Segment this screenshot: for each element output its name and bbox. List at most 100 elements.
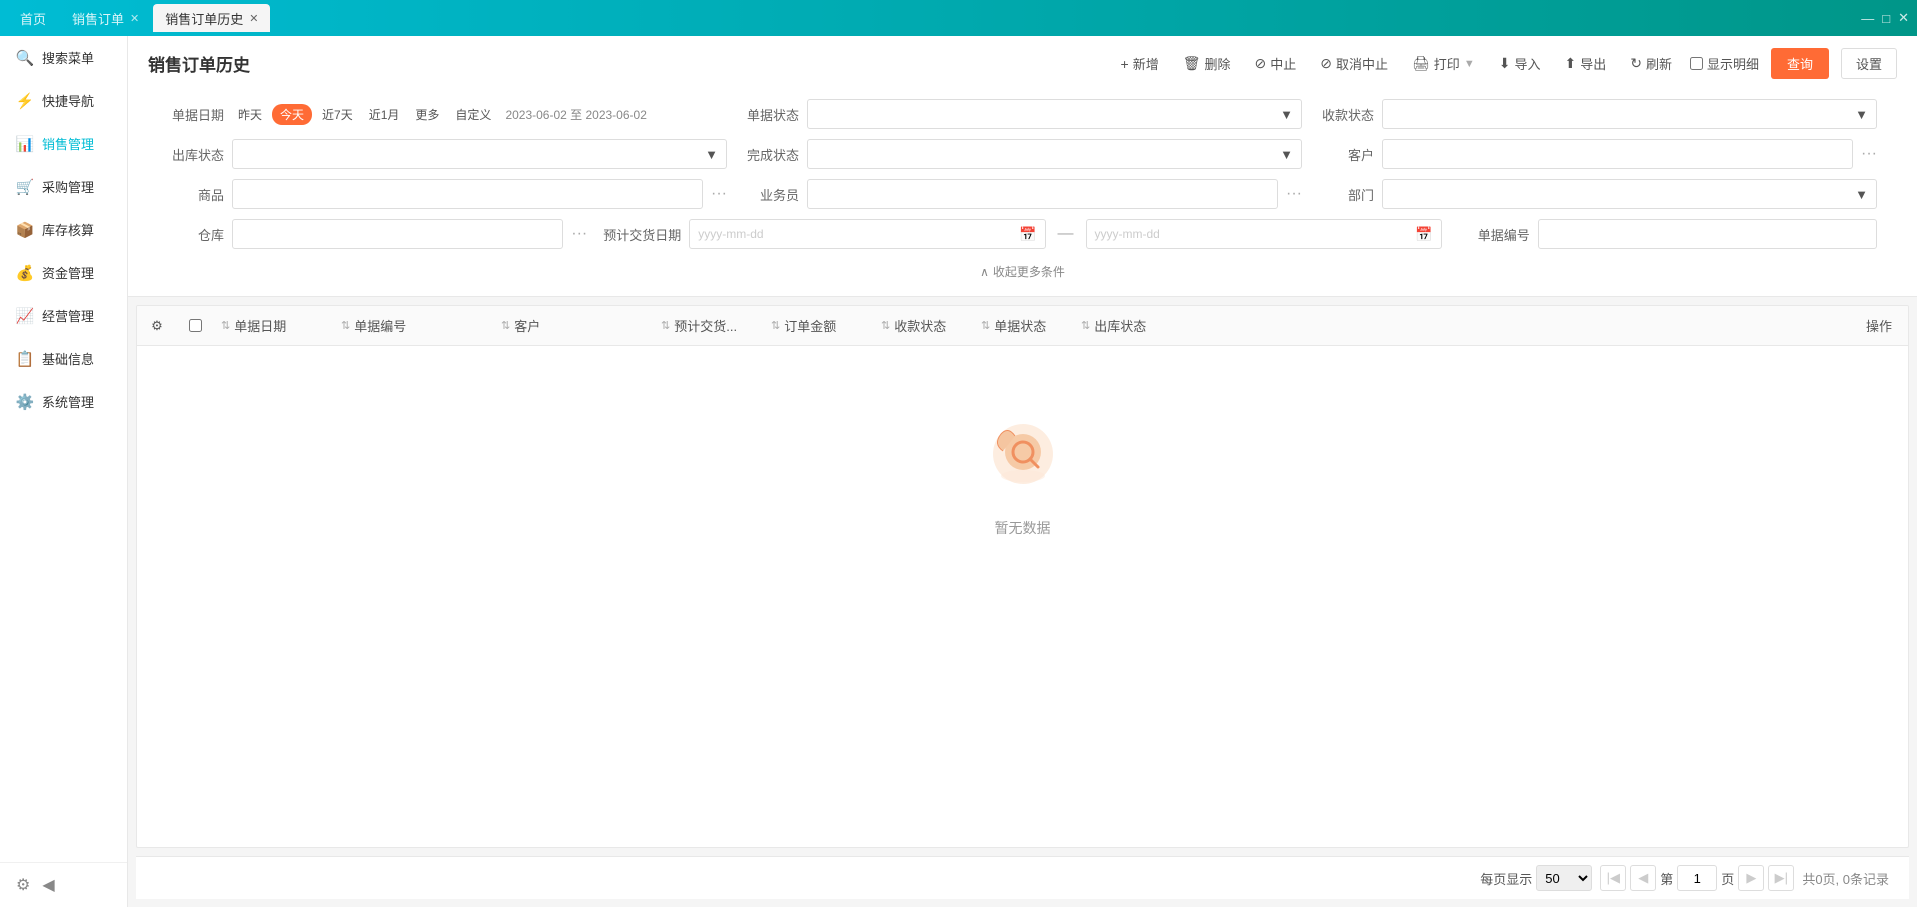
department-select[interactable]: ▼ <box>1382 179 1877 209</box>
plus-icon: + <box>1121 56 1129 72</box>
toolbar: + 新增 🗑 删除 ⊘ 中止 ⊘ 取消中止 <box>1115 48 1897 79</box>
new-button[interactable]: + 新增 <box>1115 50 1165 77</box>
th-settings[interactable]: ⚙ <box>137 318 177 334</box>
date-btn-more[interactable]: 更多 <box>409 104 445 125</box>
content-area: 销售订单历史 + 新增 🗑 删除 ⊘ 中止 ⊘ <box>128 36 1917 907</box>
complete-status-select[interactable]: ▼ <box>807 139 1302 169</box>
money-icon: 💰 <box>16 264 34 282</box>
page-size-dropdown[interactable]: 10 20 50 100 <box>1536 865 1592 891</box>
th-order-status[interactable]: ⇅ 单据状态 <box>973 316 1073 335</box>
calendar-icon2: 📅 <box>1415 226 1432 243</box>
payment-status-select[interactable]: ▼ <box>1382 99 1877 129</box>
complete-status-label: 完成状态 <box>743 145 799 164</box>
date-btn-yesterday[interactable]: 昨天 <box>232 104 268 125</box>
table-area: ⚙ ⇅ 单据日期 ⇅ 单据编号 ⇅ 客户 ⇅ <box>136 305 1909 848</box>
filter-row-3: 商品 ··· 业务员 ··· 部门 ▼ <box>168 179 1877 209</box>
date-btn-today[interactable]: 今天 <box>272 104 312 125</box>
sidebar-item-finance[interactable]: 💰 资金管理 <box>0 251 127 294</box>
empty-illustration <box>973 406 1073 506</box>
stop-button[interactable]: ⊘ 中止 <box>1249 50 1303 77</box>
customer-input[interactable] <box>1382 139 1853 169</box>
sidebar-item-operations[interactable]: 📈 经营管理 <box>0 294 127 337</box>
page-number-input[interactable] <box>1677 865 1717 891</box>
refresh-icon: ↻ <box>1630 55 1642 72</box>
sidebar-item-system[interactable]: ⚙️ 系统管理 <box>0 380 127 423</box>
warehouse-input[interactable] <box>232 219 563 249</box>
date-btn-custom[interactable]: 自定义 <box>449 104 497 125</box>
close-window-button[interactable]: ✕ <box>1898 10 1909 26</box>
collapse-bar[interactable]: ∧ 收起更多条件 <box>168 259 1877 286</box>
box-icon: 📦 <box>16 221 34 239</box>
product-input[interactable] <box>232 179 703 209</box>
total-records: 共0页, 0条记录 <box>1802 869 1889 888</box>
filter-row-1: 单据日期 昨天 今天 近7天 近1月 更多 自定义 2023-06-02 至 2… <box>168 99 1877 129</box>
date-btn-1month[interactable]: 近1月 <box>363 104 406 125</box>
first-page-button[interactable]: |◀ <box>1600 865 1626 891</box>
delete-icon: 🗑 <box>1183 55 1201 72</box>
sort-icon-ship-status: ⇅ <box>1081 319 1090 332</box>
prev-page-button[interactable]: ◀ <box>1630 865 1656 891</box>
ship-status-select[interactable]: ▼ <box>232 139 727 169</box>
import-button[interactable]: ⬇ 导入 <box>1493 50 1547 77</box>
show-detail-checkbox[interactable] <box>1690 57 1703 70</box>
order-no-group: 单据编号 <box>1458 219 1877 249</box>
delivery-date-start[interactable]: yyyy-mm-dd 📅 <box>689 219 1045 249</box>
chevron-down-icon3: ▼ <box>705 147 718 162</box>
tab-sales-order-history[interactable]: 销售订单历史 ✕ <box>153 4 270 32</box>
last-page-button[interactable]: ▶| <box>1768 865 1794 891</box>
sidebar-item-quick-nav[interactable]: ⚡ 快捷导航 <box>0 79 127 122</box>
refresh-button[interactable]: ↻ 刷新 <box>1624 50 1678 77</box>
next-page-button[interactable]: ▶ <box>1738 865 1764 891</box>
th-ship-status[interactable]: ⇅ 出库状态 <box>1073 316 1173 335</box>
cart-icon: 🛒 <box>16 178 34 196</box>
sidebar-item-base-info[interactable]: 📋 基础信息 <box>0 337 127 380</box>
customer-more-icon[interactable]: ··· <box>1861 145 1877 163</box>
minimize-button[interactable]: — <box>1861 11 1874 26</box>
product-more-icon[interactable]: ··· <box>711 185 727 203</box>
settings-button[interactable]: 设置 <box>1841 48 1897 79</box>
th-customer[interactable]: ⇅ 客户 <box>493 316 653 335</box>
page-header: 销售订单历史 + 新增 🗑 删除 ⊘ 中止 ⊘ <box>128 36 1917 297</box>
order-no-label: 单据编号 <box>1458 225 1530 244</box>
settings-gear-icon: ⚙ <box>151 318 163 334</box>
import-icon: ⬇ <box>1499 55 1511 72</box>
sidebar-item-search-menu[interactable]: 🔍 搜索菜单 <box>0 36 127 79</box>
salesperson-more-icon[interactable]: ··· <box>1286 185 1302 203</box>
sidebar-item-inventory[interactable]: 📦 库存核算 <box>0 208 127 251</box>
filter-row-2: 出库状态 ▼ 完成状态 ▼ 客户 <box>168 139 1877 169</box>
department-group: 部门 ▼ <box>1318 179 1877 209</box>
delivery-date-group: 预计交货日期 yyyy-mm-dd 📅 — yyyy-mm-dd 📅 <box>603 219 1442 249</box>
delivery-date-end[interactable]: yyyy-mm-dd 📅 <box>1086 219 1442 249</box>
delete-button[interactable]: 🗑 删除 <box>1177 50 1237 77</box>
close-tab-sales-order[interactable]: ✕ <box>130 12 139 25</box>
th-delivery[interactable]: ⇅ 预计交货... <box>653 316 763 335</box>
filter-row-4: 仓库 ··· 预计交货日期 yyyy-mm-dd 📅 — yyyy-mm-dd <box>168 219 1877 249</box>
print-button[interactable]: 🖨 打印 ▼ <box>1406 50 1481 77</box>
th-date[interactable]: ⇅ 单据日期 <box>213 316 333 335</box>
empty-state: 暂无数据 <box>137 346 1908 598</box>
order-no-input[interactable] <box>1538 219 1877 249</box>
cancel-stop-button[interactable]: ⊘ 取消中止 <box>1314 50 1394 77</box>
th-payment[interactable]: ⇅ 收款状态 <box>873 316 973 335</box>
select-all-checkbox[interactable] <box>189 319 202 332</box>
th-order-no[interactable]: ⇅ 单据编号 <box>333 316 493 335</box>
sidebar-item-purchase[interactable]: 🛒 采购管理 <box>0 165 127 208</box>
date-btn-7days[interactable]: 近7天 <box>316 104 359 125</box>
print-dropdown-icon: ▼ <box>1464 58 1475 70</box>
sort-icon-amount: ⇅ <box>771 319 780 332</box>
sidebar-item-sales[interactable]: 📊 销售管理 <box>0 122 127 165</box>
warehouse-more-icon[interactable]: ··· <box>571 225 587 243</box>
sidebar-collapse-icon[interactable]: ◀ <box>42 875 54 895</box>
order-status-select[interactable]: ▼ <box>807 99 1302 129</box>
salesperson-input[interactable] <box>807 179 1278 209</box>
window-controls: — □ ✕ <box>1861 10 1909 26</box>
export-button[interactable]: ⬆ 导出 <box>1558 50 1612 77</box>
close-tab-history[interactable]: ✕ <box>249 12 258 25</box>
maximize-button[interactable]: □ <box>1882 11 1890 26</box>
tab-sales-order[interactable]: 销售订单 ✕ <box>60 4 151 32</box>
sidebar-settings-icon[interactable]: ⚙ <box>16 875 30 895</box>
tab-home[interactable]: 首页 <box>8 4 58 32</box>
th-amount[interactable]: ⇅ 订单金额 <box>763 316 873 335</box>
query-button[interactable]: 查询 <box>1771 48 1829 79</box>
top-bar: 首页 销售订单 ✕ 销售订单历史 ✕ — □ ✕ <box>0 0 1917 36</box>
